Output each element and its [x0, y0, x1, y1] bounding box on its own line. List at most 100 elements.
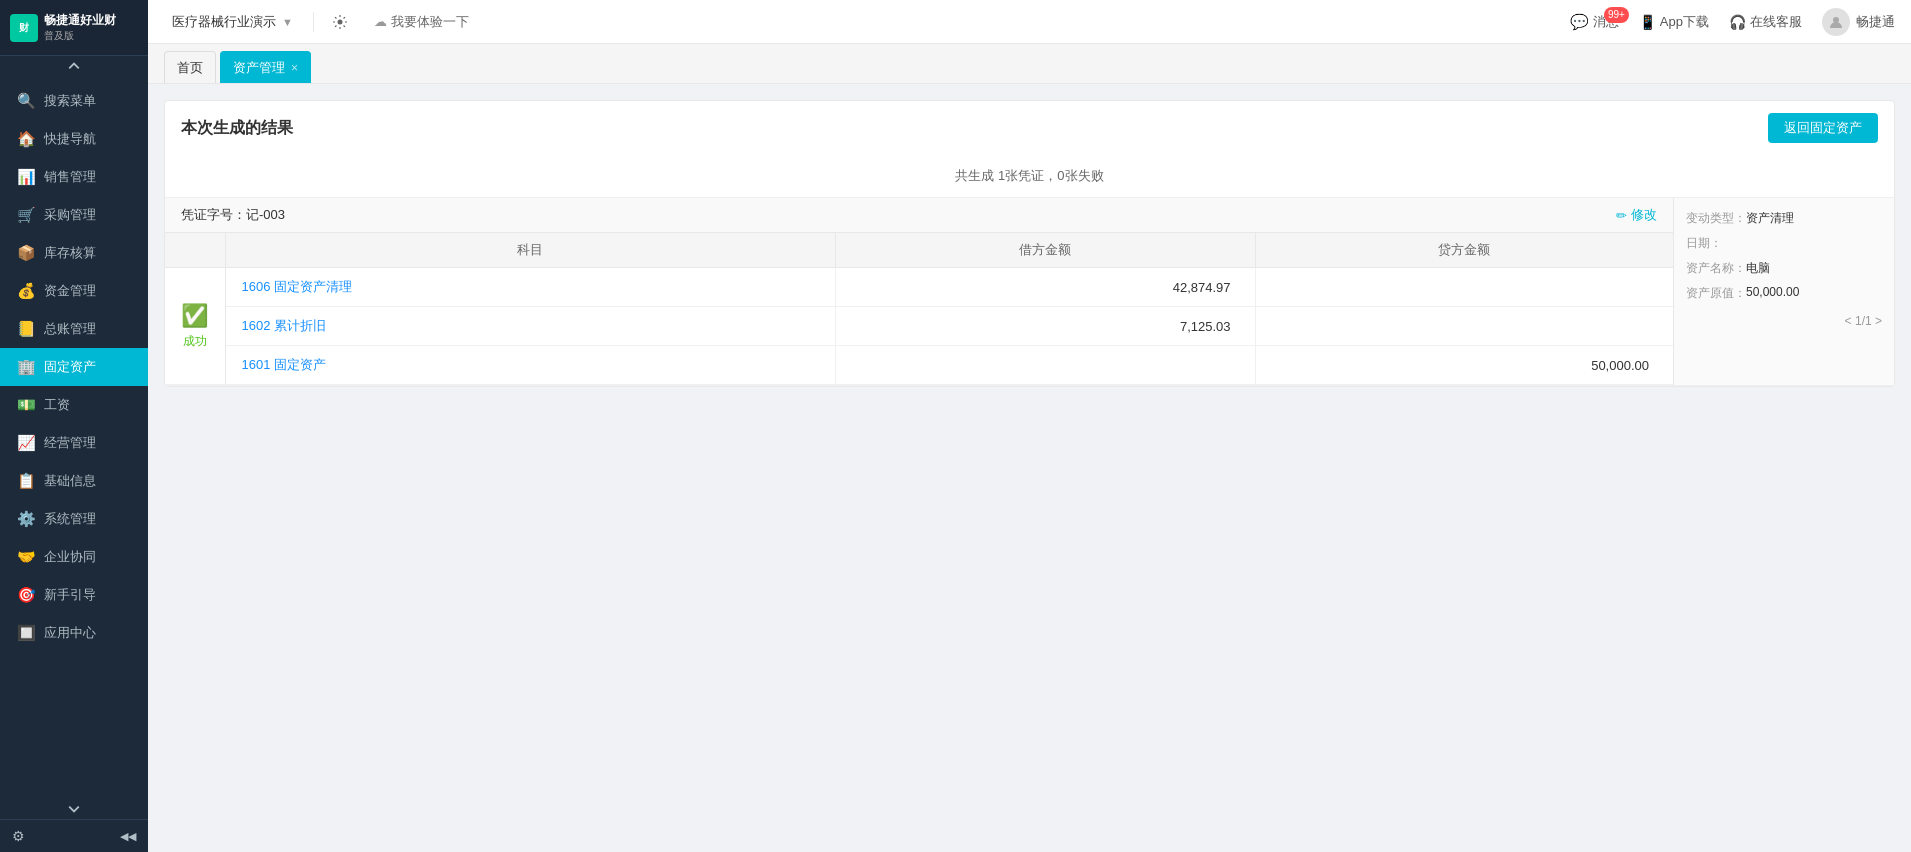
- voucher-table: 科目 借方金额 贷方金额 ✅ 成功: [165, 233, 1673, 385]
- tab-asset-label: 资产管理: [233, 59, 285, 77]
- customer-service-button[interactable]: 🎧 在线客服: [1729, 13, 1802, 31]
- credit-cell: [1255, 268, 1673, 307]
- sidebar-item-label: 固定资产: [44, 358, 96, 376]
- phone-icon: 📱: [1639, 14, 1656, 30]
- subject-cell: 1601 固定资产: [225, 346, 835, 385]
- subject-col-header: 科目: [225, 233, 835, 268]
- voucher-side-panel: 变动类型： 资产清理 日期： 资产名称： 电脑 资产原值： 50,000.00: [1674, 198, 1894, 385]
- table-row: 1601 固定资产 50,000.00: [165, 346, 1673, 385]
- sidebar-item-basic-info[interactable]: 📋 基础信息: [0, 462, 148, 500]
- sidebar-item-operations[interactable]: 📈 经营管理: [0, 424, 148, 462]
- asset-name-row: 资产名称： 电脑: [1686, 260, 1882, 277]
- settings-bottom-icon[interactable]: ⚙: [12, 828, 25, 844]
- edit-icon: ✏: [1616, 208, 1627, 223]
- sidebar-item-ledger[interactable]: 📒 总账管理: [0, 310, 148, 348]
- debit-cell: 7,125.03: [835, 307, 1255, 346]
- tab-asset-management[interactable]: 资产管理 ×: [220, 51, 311, 83]
- table-row: 1602 累计折旧 7,125.03: [165, 307, 1673, 346]
- subject-cell: 1602 累计折旧: [225, 307, 835, 346]
- handshake-icon: 🤝: [16, 548, 36, 566]
- message-button[interactable]: 💬 消息 99+: [1570, 13, 1619, 31]
- sidebar-nav: 🔍 搜索菜单 🏠 快捷导航 📊 销售管理 🛒 采购管理 📦 库存核算 💰 资金管…: [0, 76, 148, 799]
- edit-button[interactable]: ✏ 修改: [1616, 206, 1657, 224]
- sidebar-item-purchase[interactable]: 🛒 采购管理: [0, 196, 148, 234]
- sidebar-item-inventory[interactable]: 📦 库存核算: [0, 234, 148, 272]
- success-status: ✅ 成功: [181, 303, 209, 350]
- subject-link[interactable]: 1602 累计折旧: [242, 318, 327, 333]
- prev-page-button[interactable]: <: [1845, 314, 1852, 328]
- sidebar-item-label: 采购管理: [44, 206, 96, 224]
- sidebar-item-label: 系统管理: [44, 510, 96, 528]
- target-icon: 🎯: [16, 586, 36, 604]
- sidebar-item-label: 销售管理: [44, 168, 96, 186]
- sidebar-item-app-center[interactable]: 🔲 应用中心: [0, 614, 148, 652]
- side-pagination: < 1/1 >: [1686, 314, 1882, 328]
- dropdown-icon: ▼: [282, 16, 293, 28]
- collapse-icon[interactable]: ◀◀: [120, 830, 136, 843]
- result-card: 本次生成的结果 返回固定资产 共生成 1张凭证，0张失败 凭证字号：记-003 …: [164, 100, 1895, 387]
- voucher-main: 凭证字号：记-003 ✏ 修改 科目 借方金额: [165, 198, 1674, 385]
- sidebar-item-fixed-assets[interactable]: 🏢 固定资产: [0, 348, 148, 386]
- headset-icon: 🎧: [1729, 14, 1746, 30]
- asset-name-value: 电脑: [1746, 260, 1770, 277]
- sidebar: 财 畅捷通好业财 普及版 🔍 搜索菜单 🏠 快捷导航 📊 销售管理 🛒 采购管理…: [0, 0, 148, 852]
- next-page-button[interactable]: >: [1875, 314, 1882, 328]
- result-summary: 共生成 1张凭证，0张失败: [165, 155, 1894, 198]
- tab-home-label: 首页: [177, 59, 203, 77]
- return-button[interactable]: 返回固定资产: [1768, 113, 1878, 143]
- subject-link[interactable]: 1601 固定资产: [242, 357, 327, 372]
- topbar-settings-button[interactable]: [326, 8, 354, 36]
- debit-cell: [835, 346, 1255, 385]
- scroll-up-button[interactable]: [0, 56, 148, 76]
- sidebar-item-system[interactable]: ⚙️ 系统管理: [0, 500, 148, 538]
- credit-cell: [1255, 307, 1673, 346]
- sidebar-item-search[interactable]: 🔍 搜索菜单: [0, 82, 148, 120]
- app-logo: 财 畅捷通好业财 普及版: [0, 0, 148, 56]
- voucher-header-row: 凭证字号：记-003 ✏ 修改: [165, 198, 1673, 233]
- tab-home[interactable]: 首页: [164, 51, 216, 83]
- change-type-label: 变动类型：: [1686, 210, 1746, 227]
- main-area: 医疗器械行业演示 ▼ ☁ 我要体验一下 💬 消息 99+ 📱 App下载: [148, 0, 1911, 852]
- logo-text: 畅捷通好业财: [44, 12, 116, 29]
- logo-icon: 财: [10, 14, 38, 42]
- grid-icon: 🔲: [16, 624, 36, 642]
- book-icon: 📒: [16, 320, 36, 338]
- subject-link[interactable]: 1606 固定资产清理: [242, 279, 353, 294]
- avatar: [1822, 8, 1850, 36]
- success-label: 成功: [183, 333, 207, 350]
- trial-label: 我要体验一下: [391, 13, 469, 31]
- asset-value-label: 资产原值：: [1686, 285, 1746, 302]
- user-menu[interactable]: 畅捷通: [1822, 8, 1895, 36]
- credit-col-header: 贷方金额: [1255, 233, 1673, 268]
- sidebar-item-finance[interactable]: 💰 资金管理: [0, 272, 148, 310]
- sidebar-item-guide[interactable]: 🎯 新手引导: [0, 576, 148, 614]
- app-download-button[interactable]: 📱 App下载: [1639, 13, 1709, 31]
- sidebar-item-sales[interactable]: 📊 销售管理: [0, 158, 148, 196]
- gear-icon: ⚙️: [16, 510, 36, 528]
- username: 畅捷通: [1856, 13, 1895, 31]
- company-selector[interactable]: 医疗器械行业演示 ▼: [164, 9, 301, 35]
- sidebar-item-quick-nav[interactable]: 🏠 快捷导航: [0, 120, 148, 158]
- sidebar-item-label: 库存核算: [44, 244, 96, 262]
- app-download-label: App下载: [1660, 13, 1709, 31]
- table-row: ✅ 成功 1606 固定资产清理 42,874.97: [165, 268, 1673, 307]
- date-row: 日期：: [1686, 235, 1882, 252]
- success-check-icon: ✅: [181, 303, 208, 329]
- trend-icon: 📈: [16, 434, 36, 452]
- sidebar-item-label: 资金管理: [44, 282, 96, 300]
- sidebar-item-label: 快捷导航: [44, 130, 96, 148]
- trial-button[interactable]: ☁ 我要体验一下: [366, 9, 477, 35]
- topbar: 医疗器械行业演示 ▼ ☁ 我要体验一下 💬 消息 99+ 📱 App下载: [148, 0, 1911, 44]
- cart-icon: 🛒: [16, 206, 36, 224]
- debit-col-header: 借方金额: [835, 233, 1255, 268]
- change-type-row: 变动类型： 资产清理: [1686, 210, 1882, 227]
- box-icon: 📦: [16, 244, 36, 262]
- subject-cell: 1606 固定资产清理: [225, 268, 835, 307]
- tab-close-button[interactable]: ×: [291, 61, 298, 75]
- sidebar-item-enterprise[interactable]: 🤝 企业协同: [0, 538, 148, 576]
- svg-point-0: [337, 19, 342, 24]
- message-icon: 💬: [1570, 13, 1589, 31]
- asset-value-value: 50,000.00: [1746, 285, 1799, 299]
- scroll-down-button[interactable]: [0, 799, 148, 819]
- sidebar-item-payroll[interactable]: 💵 工资: [0, 386, 148, 424]
